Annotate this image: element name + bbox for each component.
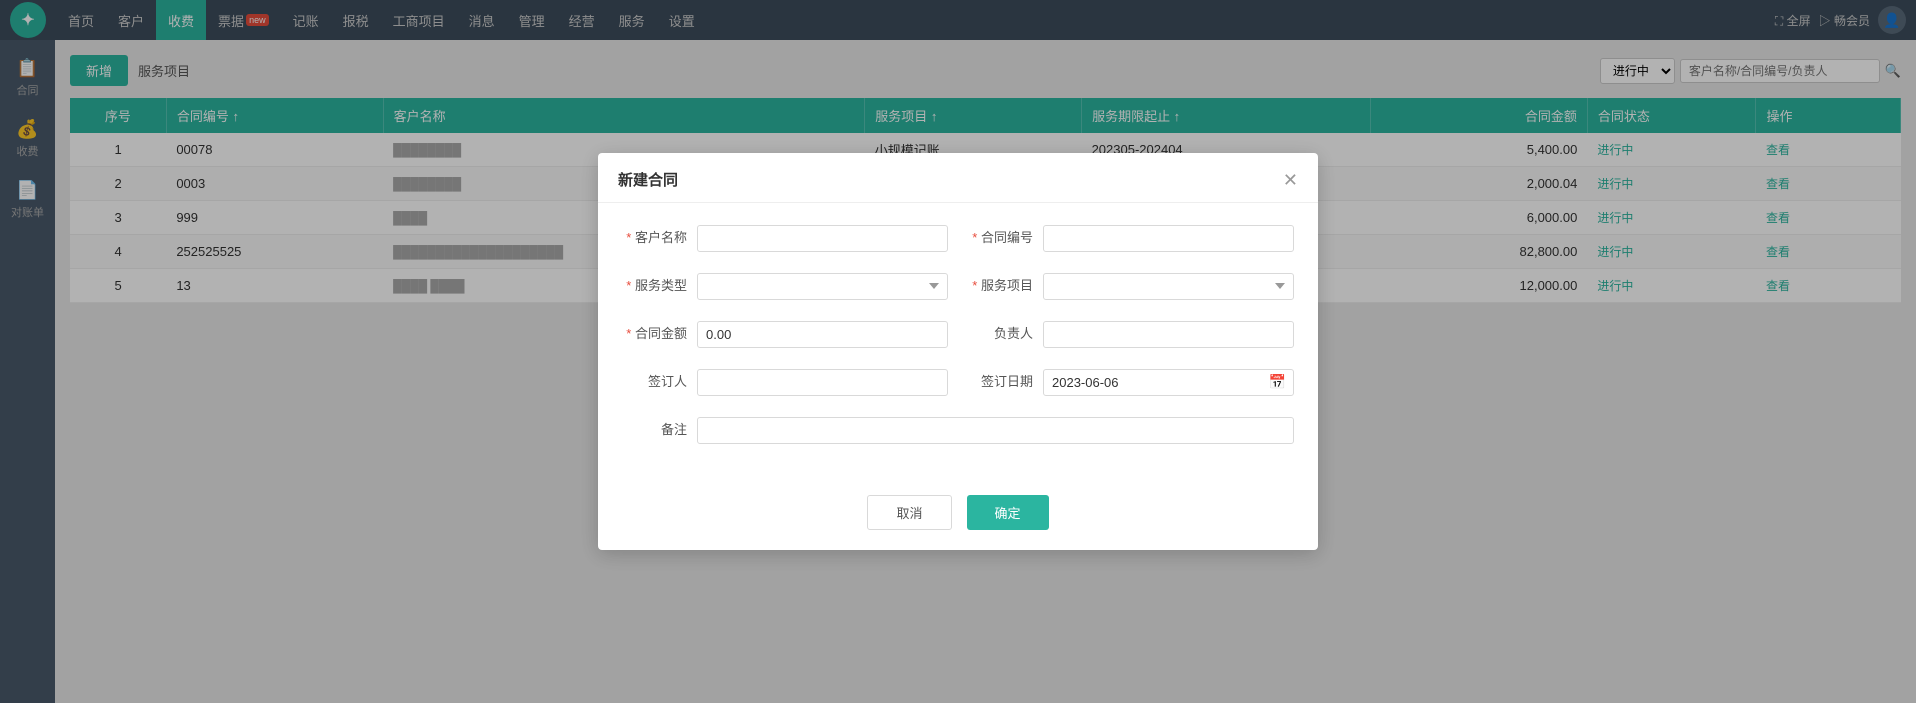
form-group-amount: * 合同金额	[622, 319, 948, 349]
responsible-label: 负责人	[968, 319, 1033, 349]
responsible-input-cell	[1043, 321, 1294, 348]
new-contract-modal: 新建合同 ✕ * 客户名称	[598, 153, 1318, 550]
confirm-button[interactable]: 确定	[967, 495, 1049, 530]
service-item-input-cell	[1043, 273, 1294, 300]
calendar-icon[interactable]: 📅	[1269, 374, 1286, 391]
service-item-select[interactable]	[1043, 273, 1294, 300]
client-label: * 客户名称	[622, 223, 687, 253]
amount-input-cell	[697, 321, 948, 348]
form-row-1: * 客户名称 * 合同编号	[622, 223, 1294, 253]
modal-header: 新建合同 ✕	[598, 153, 1318, 203]
note-input[interactable]	[697, 417, 1294, 444]
form-group-service-type: * 服务类型	[622, 271, 948, 301]
form-group-signer: 签订人	[622, 367, 948, 397]
modal-overlay: 新建合同 ✕ * 客户名称	[0, 0, 1916, 703]
form-group-sign-date: 签订日期 📅	[968, 367, 1294, 397]
sign-date-input[interactable]	[1043, 369, 1294, 396]
form-row-4: 签订人 签订日期 📅	[622, 367, 1294, 397]
responsible-input[interactable]	[1043, 321, 1294, 348]
contract-no-input-cell	[1043, 225, 1294, 252]
form-row-3: * 合同金额 负责人	[622, 319, 1294, 349]
contract-no-label: * 合同编号	[968, 223, 1033, 253]
client-name-input[interactable]	[697, 225, 948, 252]
form-group-service-item: * 服务项目	[968, 271, 1294, 301]
cancel-button[interactable]: 取消	[867, 495, 951, 530]
modal-footer: 取消 确定	[598, 483, 1318, 550]
modal-body: * 客户名称 * 合同编号	[598, 203, 1318, 483]
form-group-note: 备注	[622, 415, 1294, 445]
form-row-2: * 服务类型 * 服务项目	[622, 271, 1294, 301]
signer-input[interactable]	[697, 369, 948, 396]
note-input-cell	[697, 417, 1294, 444]
contract-no-input[interactable]	[1043, 225, 1294, 252]
form-group-contract-no: * 合同编号	[968, 223, 1294, 253]
amount-label: * 合同金额	[622, 319, 687, 349]
service-type-input-cell	[697, 273, 948, 300]
sign-date-label: 签订日期	[968, 367, 1033, 397]
form-row-5: 备注	[622, 415, 1294, 445]
signer-input-cell	[697, 369, 948, 396]
client-input-cell	[697, 225, 948, 252]
service-type-select[interactable]	[697, 273, 948, 300]
service-item-label: * 服务项目	[968, 271, 1033, 301]
amount-input[interactable]	[697, 321, 948, 348]
modal-title: 新建合同	[618, 169, 678, 190]
close-icon[interactable]: ✕	[1283, 171, 1298, 189]
note-label: 备注	[622, 415, 687, 445]
form-group-responsible: 负责人	[968, 319, 1294, 349]
signer-label: 签订人	[622, 367, 687, 397]
service-type-label: * 服务类型	[622, 271, 687, 301]
form-group-client: * 客户名称	[622, 223, 948, 253]
sign-date-input-cell: 📅	[1043, 369, 1294, 396]
